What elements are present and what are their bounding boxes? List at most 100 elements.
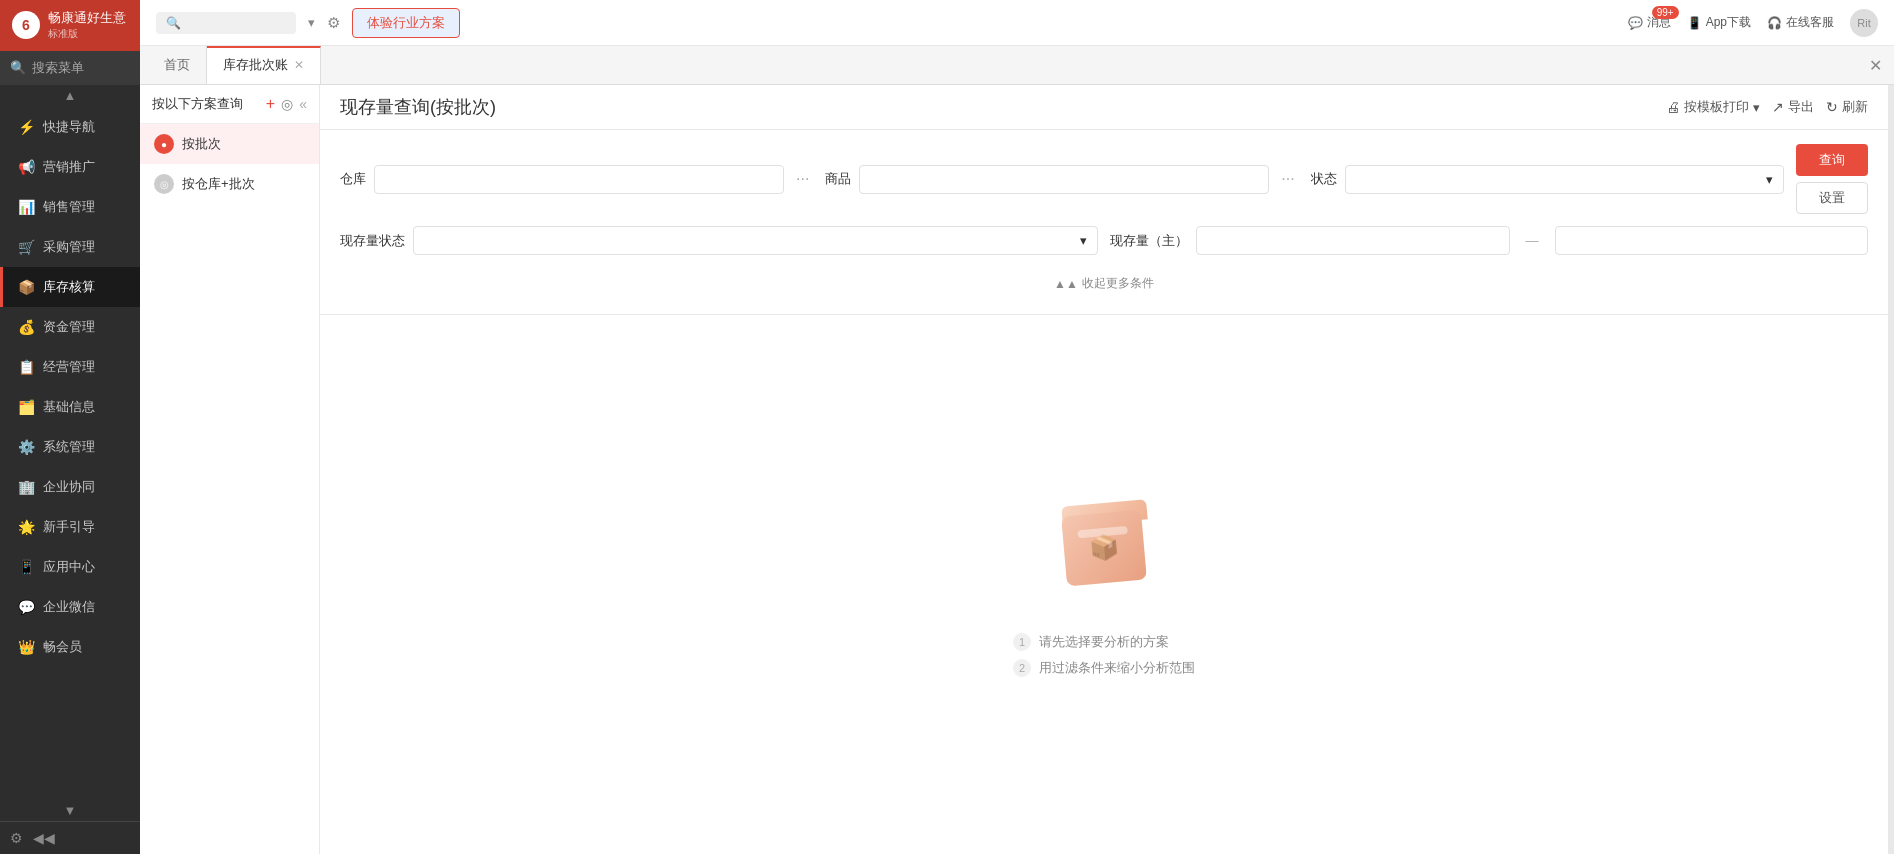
- nav-item-label: 采购管理: [43, 238, 95, 256]
- nav-item-label: 资金管理: [43, 318, 95, 336]
- purchase-icon: 🛒: [17, 238, 35, 256]
- collapse-sidebar-icon[interactable]: ◀◀: [33, 830, 55, 846]
- scroll-up-btn[interactable]: ▲: [0, 85, 140, 107]
- sidebar-item-business[interactable]: 📋 经营管理: [0, 347, 140, 387]
- refresh-label: 刷新: [1842, 98, 1868, 116]
- step-1-text: 请先选择要分析的方案: [1039, 633, 1169, 651]
- sidebar-item-vip[interactable]: 👑 畅会员: [0, 627, 140, 667]
- topbar-dropdown-icon[interactable]: ▾: [308, 15, 315, 30]
- empty-illustration: 📦: [1044, 493, 1164, 613]
- warehouse-filter-group: 仓库 ···: [340, 165, 813, 194]
- scheme-add-icon[interactable]: +: [266, 95, 275, 113]
- warehouse-label: 仓库: [340, 170, 366, 188]
- user-name: Rit: [1857, 17, 1870, 29]
- sidebar-item-system[interactable]: ⚙️ 系统管理: [0, 427, 140, 467]
- tab-bar-close-btn[interactable]: ✕: [1857, 56, 1894, 75]
- print-btn[interactable]: 🖨 按模板打印 ▾: [1666, 98, 1760, 116]
- tab-home-label: 首页: [164, 56, 190, 74]
- sidebar: 6 畅康通好生意 标准版 🔍 搜索菜单 ▲ ⚡ 快捷导航 📢 营销推广 📊 销售…: [0, 0, 140, 854]
- product-dots[interactable]: ···: [1277, 170, 1298, 188]
- sidebar-nav: ⚡ 快捷导航 📢 营销推广 📊 销售管理 🛒 采购管理 📦 库存核算 💰 资金管…: [0, 107, 140, 799]
- topbar-search[interactable]: 🔍: [156, 12, 296, 34]
- sidebar-item-enterprise[interactable]: 🏢 企业协同: [0, 467, 140, 507]
- sidebar-item-finance[interactable]: 💰 资金管理: [0, 307, 140, 347]
- inventory-amount-to[interactable]: [1555, 226, 1869, 255]
- filter-actions: 查询 设置: [1796, 144, 1868, 214]
- status-label: 状态: [1311, 170, 1337, 188]
- scheme-item-by-batch[interactable]: ● 按批次: [140, 124, 319, 164]
- sidebar-item-appstore[interactable]: 📱 应用中心: [0, 547, 140, 587]
- online-service-action[interactable]: 🎧 在线客服: [1767, 14, 1834, 31]
- user-profile[interactable]: Rit: [1850, 9, 1878, 37]
- sidebar-search[interactable]: 🔍 搜索菜单: [0, 51, 140, 85]
- query-btn[interactable]: 查询: [1796, 144, 1868, 176]
- search-icon: 🔍: [10, 60, 26, 75]
- vip-icon: 👑: [17, 638, 35, 656]
- enterprise-icon: 🏢: [17, 478, 35, 496]
- product-input[interactable]: [859, 165, 1269, 194]
- inventory-status-select[interactable]: ▾: [413, 226, 1098, 255]
- topbar-gear-icon[interactable]: ⚙: [327, 14, 340, 32]
- nav-item-label: 企业协同: [43, 478, 95, 496]
- settings-btn[interactable]: 设置: [1796, 182, 1868, 214]
- message-badge: 99+: [1652, 6, 1679, 19]
- inventory-amount-label: 现存量（主）: [1110, 232, 1188, 250]
- warehouse-dots[interactable]: ···: [792, 170, 813, 188]
- app-download-action[interactable]: 📱 App下载: [1687, 14, 1751, 31]
- app-subtitle: 标准版: [48, 27, 126, 41]
- gear-bottom-icon[interactable]: ⚙: [10, 830, 23, 846]
- nav-item-label: 快捷导航: [43, 118, 95, 136]
- scheme-header: 按以下方案查询 + ◎ «: [140, 85, 319, 124]
- nav-item-label: 销售管理: [43, 198, 95, 216]
- scheme-collapse-icon[interactable]: «: [299, 96, 307, 112]
- status-select[interactable]: ▾: [1345, 165, 1784, 194]
- scheme-panel: 按以下方案查询 + ◎ « ● 按批次 ◎ 按仓库+批次: [140, 85, 320, 854]
- scheme-item-label: 按仓库+批次: [182, 175, 255, 193]
- refresh-btn[interactable]: ↻ 刷新: [1826, 98, 1868, 116]
- inventory-amount-from[interactable]: [1196, 226, 1510, 255]
- app-download-label: App下载: [1706, 14, 1751, 31]
- appstore-icon: 📱: [17, 558, 35, 576]
- sidebar-item-newguide[interactable]: 🌟 新手引导: [0, 507, 140, 547]
- business-icon: 📋: [17, 358, 35, 376]
- step-num-2: 2: [1013, 659, 1031, 677]
- bell-icon: 💬: [1628, 16, 1643, 30]
- scheme-title: 按以下方案查询: [152, 95, 243, 113]
- avatar: Rit: [1850, 9, 1878, 37]
- system-icon: ⚙️: [17, 438, 35, 456]
- scroll-down-btn[interactable]: ▼: [0, 799, 140, 821]
- topbar-actions: 💬 消息 99+ 📱 App下载 🎧 在线客服 Rit: [1628, 9, 1878, 37]
- collapse-up-icon: ▲▲: [1054, 277, 1078, 291]
- sidebar-header: 6 畅康通好生意 标准版: [0, 0, 140, 51]
- sidebar-item-quick[interactable]: ⚡ 快捷导航: [0, 107, 140, 147]
- nav-item-label: 新手引导: [43, 518, 95, 536]
- scheme-item-by-warehouse-batch[interactable]: ◎ 按仓库+批次: [140, 164, 319, 204]
- sidebar-item-marketing[interactable]: 📢 营销推广: [0, 147, 140, 187]
- message-action[interactable]: 💬 消息 99+: [1628, 14, 1671, 31]
- tab-batch[interactable]: 库存批次账 ✕: [207, 46, 321, 84]
- sidebar-item-inventory[interactable]: 📦 库存核算: [0, 267, 140, 307]
- tab-home[interactable]: 首页: [148, 46, 207, 84]
- sidebar-item-wxwork[interactable]: 💬 企业微信: [0, 587, 140, 627]
- sidebar-item-purchase[interactable]: 🛒 采购管理: [0, 227, 140, 267]
- sidebar-item-base[interactable]: 🗂️ 基础信息: [0, 387, 140, 427]
- headset-icon: 🎧: [1767, 16, 1782, 30]
- scheme-icon-wh-batch: ◎: [154, 174, 174, 194]
- sidebar-item-sales[interactable]: 📊 销售管理: [0, 187, 140, 227]
- scheme-icon-batch: ●: [154, 134, 174, 154]
- app-logo: 6: [12, 11, 40, 39]
- app-title: 畅康通好生意: [48, 10, 126, 27]
- experience-btn[interactable]: 体验行业方案: [352, 8, 460, 38]
- collapse-row[interactable]: ▲▲ 收起更多条件: [340, 267, 1868, 300]
- inventory-amount-group: 现存量（主） —: [1110, 226, 1868, 255]
- wxwork-icon: 💬: [17, 598, 35, 616]
- step-num-1: 1: [1013, 633, 1031, 651]
- warehouse-input[interactable]: [374, 165, 784, 194]
- scheme-settings-icon[interactable]: ◎: [281, 96, 293, 112]
- finance-icon: 💰: [17, 318, 35, 336]
- tab-close-icon[interactable]: ✕: [294, 58, 304, 72]
- inventory-icon: 📦: [17, 278, 35, 296]
- empty-steps: 1 请先选择要分析的方案 2 用过滤条件来缩小分析范围: [1013, 633, 1195, 677]
- export-btn[interactable]: ↗ 导出: [1772, 98, 1814, 116]
- base-icon: 🗂️: [17, 398, 35, 416]
